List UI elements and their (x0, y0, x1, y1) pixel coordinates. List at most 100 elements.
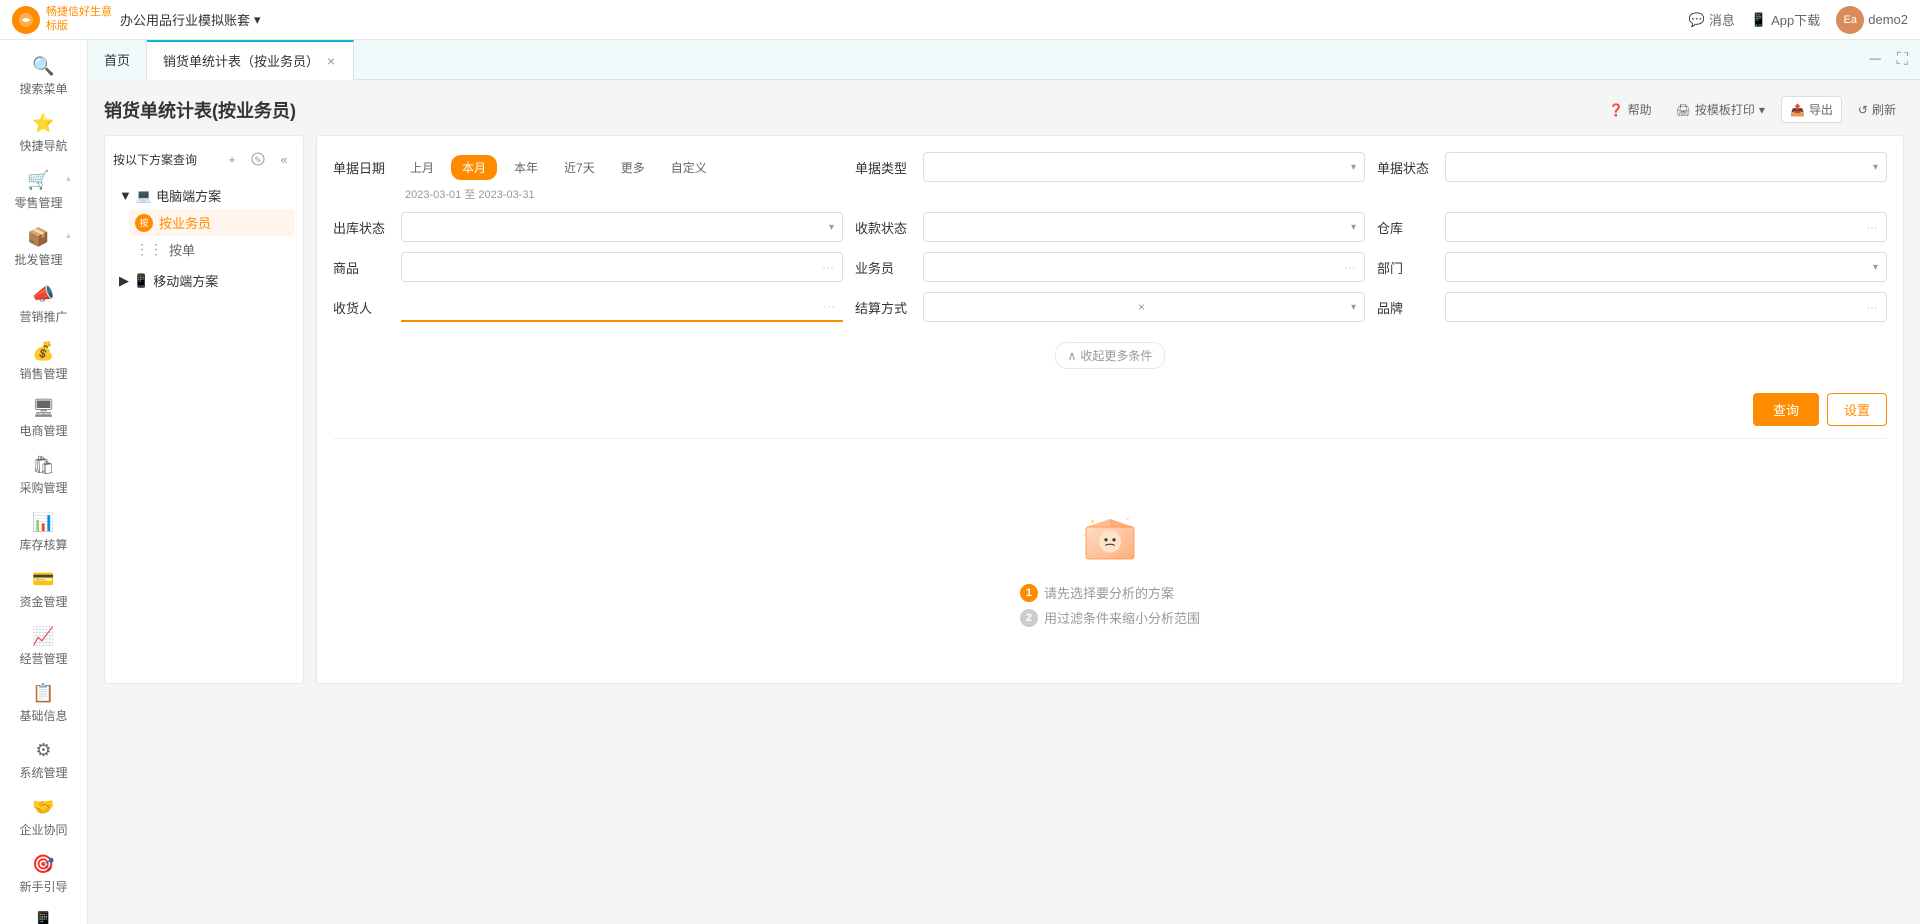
tab-minimize-btn[interactable]: ─ (1865, 47, 1884, 73)
main-panel: 单据日期 上月 本月 本年 近7天 更多 自定义 (316, 135, 1904, 684)
main-layout: 🔍 搜索菜单 ⭐ 快捷导航 🛒 零售管理 ▲ 📦 批发管理 ▲ 📣 营销推广 (0, 40, 1920, 924)
date-btn-this-year[interactable]: 本年 (505, 155, 547, 180)
page-title: 销货单统计表(按业务员) (104, 97, 296, 123)
appcenter-icon: 📱 (32, 911, 54, 924)
svg-text:✎: ✎ (254, 155, 262, 165)
print-icon: 🖨 (1676, 103, 1691, 117)
sidebar-item-search[interactable]: 🔍 搜索菜单 (0, 48, 87, 105)
tree-group-mobile-header[interactable]: ▶ 📱 移动端方案 (113, 267, 295, 294)
app-title-dropdown[interactable]: 办公用品行业模拟账套 ▾ (120, 10, 261, 29)
help-btn[interactable]: ❓ 帮助 (1601, 97, 1660, 122)
filter-row-1: 单据日期 上月 本月 本年 近7天 更多 自定义 (333, 152, 1887, 182)
sidebar-item-marketing[interactable]: 📣 营销推广 (0, 276, 87, 333)
warehouse-select[interactable]: ··· (1445, 212, 1887, 242)
help-icon: ❓ (1609, 103, 1624, 117)
doc-type-chevron: ▾ (1351, 162, 1356, 173)
page-content: 销货单统计表(按业务员) ❓ 帮助 🖨 按模板打印 ▾ 📤 导出 (88, 80, 1920, 924)
settle-select[interactable]: × ▾ (923, 292, 1365, 322)
query-btn[interactable]: 查询 (1753, 393, 1819, 426)
page-header: 销货单统计表(按业务员) ❓ 帮助 🖨 按模板打印 ▾ 📤 导出 (104, 96, 1904, 123)
split-layout: 按以下方案查询 + ✎ « ▼ 💻 (104, 135, 1904, 684)
topbar-right: 💬 消息 📱 App下载 Ea demo2 (1689, 6, 1908, 34)
edit-scheme-btn[interactable]: ✎ (247, 148, 269, 170)
out-status-select[interactable]: ▾ (401, 212, 843, 242)
app-download-btn[interactable]: 📱 App下载 (1751, 10, 1820, 29)
page-actions: ❓ 帮助 🖨 按模板打印 ▾ 📤 导出 ↺ 刷新 (1601, 96, 1904, 123)
tab-sales-stat[interactable]: 销货单统计表（按业务员） × (147, 40, 354, 80)
sidebar-item-basic[interactable]: 📋 基础信息 (0, 675, 87, 732)
settle-chevron: ▾ (1351, 302, 1356, 313)
empty-illustration (1070, 491, 1150, 571)
date-btn-last-month[interactable]: 上月 (401, 155, 443, 180)
receiver-input[interactable]: ··· (401, 292, 843, 322)
sidebar-item-wholesale[interactable]: 📦 批发管理 ▲ (0, 219, 87, 276)
empty-tip-1: 1 请先选择要分析的方案 (1020, 583, 1200, 602)
goods-select[interactable]: ··· (401, 252, 843, 282)
date-btn-this-month[interactable]: 本月 (451, 155, 497, 180)
out-status-chevron: ▾ (829, 222, 834, 233)
retail-icon: 🛒 (27, 170, 49, 191)
collect-status-select[interactable]: ▾ (923, 212, 1365, 242)
print-btn[interactable]: 🖨 按模板打印 ▾ (1668, 97, 1773, 122)
newbie-icon: 🎯 (32, 854, 54, 875)
tab-home[interactable]: 首页 (88, 40, 147, 80)
tab-close-btn[interactable]: × (325, 51, 337, 71)
salesman-select[interactable]: ··· (923, 252, 1365, 282)
date-range-row: 2023-03-01 至 2023-03-31 (333, 186, 1887, 202)
content-area: 首页 销货单统计表（按业务员） × ─ ⛶ 销货单统计表(按业务员) ❓ 帮助 (88, 40, 1920, 924)
tree-group-desktop-header[interactable]: ▼ 💻 电脑端方案 (113, 182, 295, 209)
topbar-left: 畅捷信好生意 标版 办公用品行业模拟账套 ▾ (12, 6, 261, 34)
settle-clear-btn[interactable]: × (1138, 300, 1145, 314)
settings-btn[interactable]: 设置 (1827, 393, 1887, 426)
sales-icon: 💰 (32, 341, 54, 362)
sidebar-item-sales[interactable]: 💰 销售管理 (0, 333, 87, 390)
sidebar-item-enterprise[interactable]: 🤝 企业协同 (0, 789, 87, 846)
sidebar-item-operations[interactable]: 📈 经营管理 (0, 618, 87, 675)
filter-goods: 商品 ··· (333, 252, 843, 282)
wholesale-icon: 📦 (27, 227, 49, 248)
filter-collect-status: 收款状态 ▾ (855, 212, 1365, 242)
filter-divider (333, 438, 1887, 439)
order-scheme-icon: ⋮⋮ (135, 241, 163, 258)
finance-icon: 💳 (32, 569, 54, 590)
export-btn[interactable]: 📤 导出 (1781, 96, 1842, 123)
sidebar-item-ecommerce[interactable]: 🖥 电商管理 (0, 390, 87, 447)
download-icon: 📱 (1751, 12, 1767, 28)
sidebar-item-newbie[interactable]: 🎯 新手引导 (0, 846, 87, 903)
tree-sub-by-order[interactable]: ⋮⋮ 按单 (129, 236, 295, 263)
message-btn[interactable]: 💬 消息 (1689, 10, 1735, 29)
tree-leaf-by-salesman[interactable]: 按 按业务员 (129, 209, 295, 236)
sidebar-item-retail[interactable]: 🛒 零售管理 ▲ (0, 162, 87, 219)
sidebar-item-finance[interactable]: 💳 资金管理 (0, 561, 87, 618)
export-icon: 📤 (1790, 103, 1805, 117)
date-btn-custom[interactable]: 自定义 (662, 155, 716, 180)
brand-select[interactable]: ··· (1445, 292, 1887, 322)
sidebar-item-inventory[interactable]: 📊 库存核算 (0, 504, 87, 561)
warehouse-dots: ··· (1866, 220, 1878, 234)
tab-maximize-btn[interactable]: ⛶ (1893, 47, 1912, 73)
date-btn-7days[interactable]: 近7天 (555, 155, 604, 180)
collapse-conditions-btn[interactable]: ∧ 收起更多条件 (1055, 342, 1166, 369)
left-panel: 按以下方案查询 + ✎ « ▼ 💻 (104, 135, 304, 684)
collapse-row: ∧ 收起更多条件 (333, 334, 1887, 377)
filter-receiver: 收货人 ··· (333, 292, 843, 322)
edit-icon: ✎ (251, 152, 265, 166)
logo-area: 畅捷信好生意 标版 (12, 6, 112, 34)
dept-select[interactable]: ▾ (1445, 252, 1887, 282)
sidebar-item-system[interactable]: ⚙ 系统管理 (0, 732, 87, 789)
message-icon: 💬 (1689, 12, 1705, 28)
filter-date: 单据日期 上月 本月 本年 近7天 更多 自定义 (333, 155, 843, 180)
collapse-panel-btn[interactable]: « (273, 148, 295, 170)
refresh-btn[interactable]: ↺ 刷新 (1850, 97, 1904, 122)
purchase-icon: 🛍 (32, 455, 55, 476)
goods-dots: ··· (822, 260, 834, 274)
sidebar-item-appcenter[interactable]: 📱 应用中心 (0, 903, 87, 924)
sidebar-item-shortcut[interactable]: ⭐ 快捷导航 (0, 105, 87, 162)
filter-settle: 结算方式 × ▾ (855, 292, 1365, 322)
doc-status-select[interactable]: ▾ (1445, 152, 1887, 182)
date-btn-more[interactable]: 更多 (612, 155, 654, 180)
add-scheme-btn[interactable]: + (221, 148, 243, 170)
user-btn[interactable]: Ea demo2 (1836, 6, 1908, 34)
doc-type-select[interactable]: ▾ (923, 152, 1365, 182)
sidebar-item-purchase[interactable]: 🛍 采购管理 (0, 447, 87, 504)
